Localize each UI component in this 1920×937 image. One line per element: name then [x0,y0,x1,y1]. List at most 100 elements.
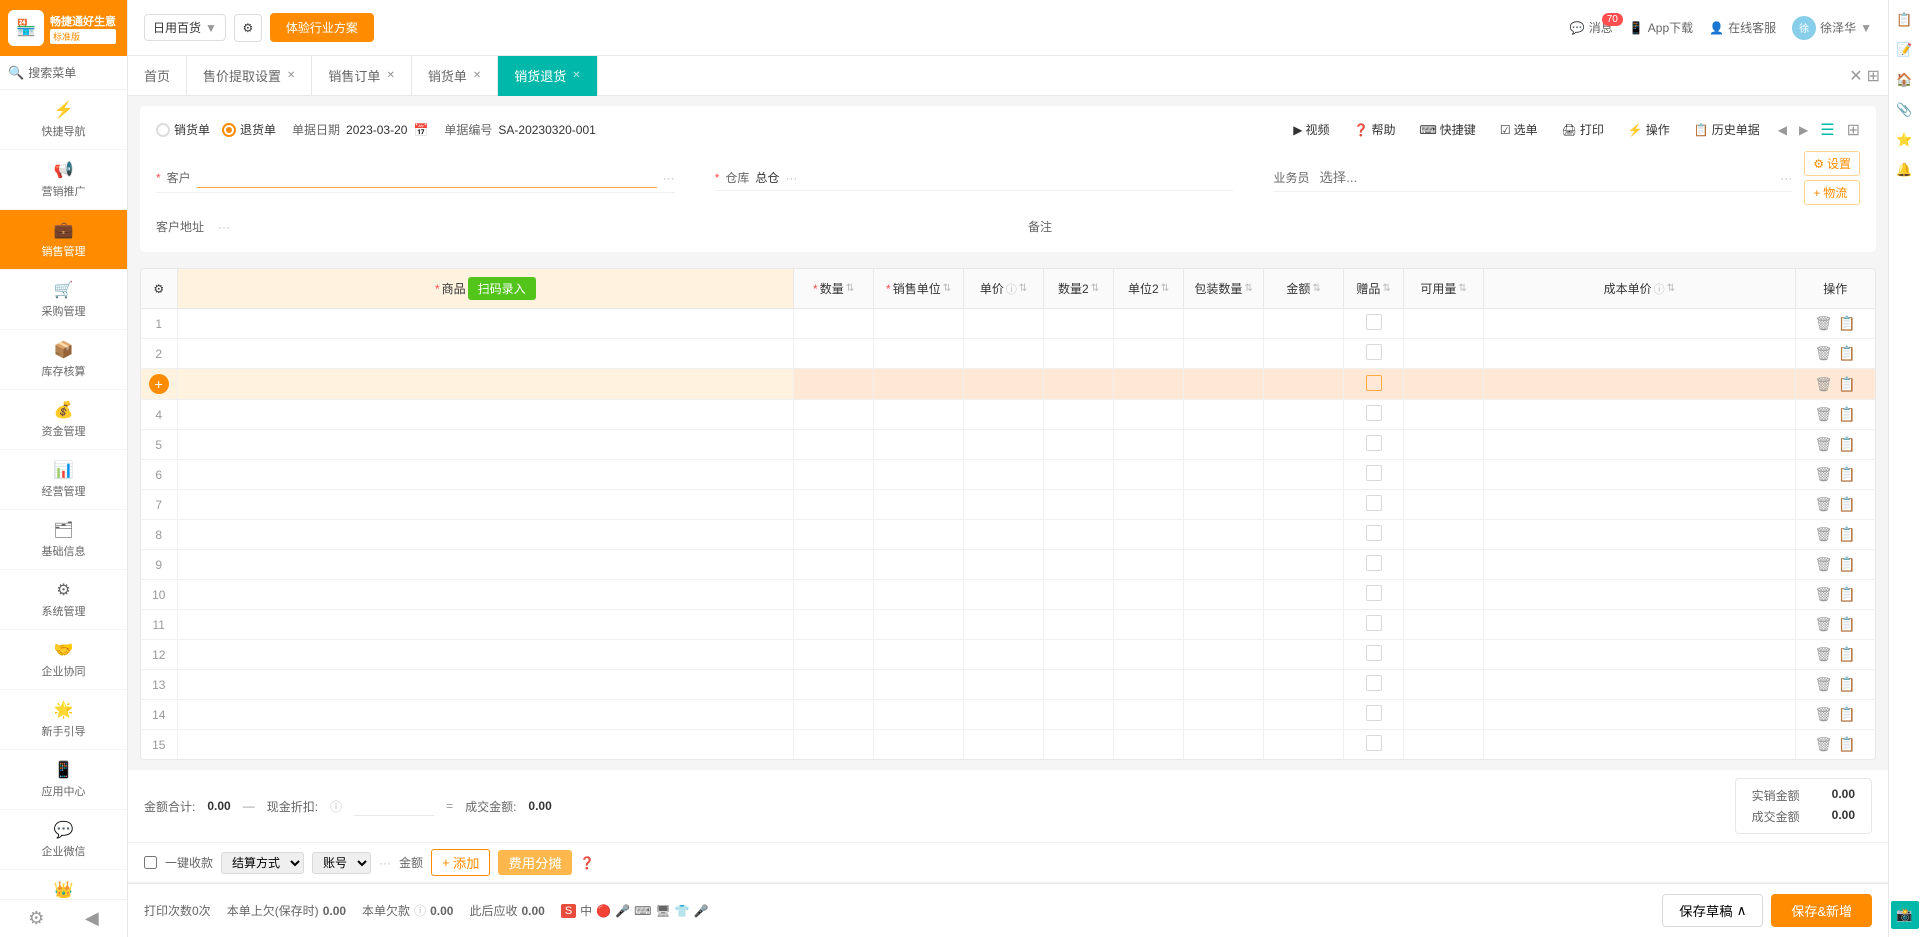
topbar-settings-button[interactable]: ⚙ [234,14,262,42]
pack-qty-cell[interactable] [1184,490,1264,520]
gift-checkbox[interactable] [1366,735,1382,751]
gift-cell[interactable] [1344,610,1404,640]
add-payment-button[interactable]: + 添加 [431,849,490,876]
pack-sort-icon[interactable]: ⇅ [1244,283,1252,294]
scan-btn[interactable]: 扫码录入 [468,277,536,300]
right-panel-btn-6[interactable]: 🔔 [1893,158,1917,182]
amount-cell[interactable] [1264,339,1344,369]
pack-qty-cell[interactable] [1184,339,1264,369]
product-cell[interactable] [177,640,794,670]
gift-cell[interactable] [1344,339,1404,369]
gift-sort-icon[interactable]: ⇅ [1382,283,1390,294]
gift-cell[interactable] [1344,309,1404,339]
price-sort-icon[interactable]: ⇅ [1019,283,1027,294]
qty2-cell[interactable] [1044,700,1114,730]
delete-icon[interactable]: 🗑 [1815,496,1833,513]
sidebar-item-wechat[interactable]: 💬 企业微信 [0,810,127,870]
amount-cell[interactable] [1264,400,1344,430]
delete-icon[interactable]: 🗑 [1815,436,1833,453]
sidebar-item-appstore[interactable]: 📱 应用中心 [0,750,127,810]
unit-cell[interactable] [874,670,964,700]
price-cell[interactable] [964,460,1044,490]
qty-cell[interactable] [794,520,874,550]
unit-cell[interactable] [874,430,964,460]
copy-icon[interactable]: 📋 [1838,646,1855,663]
industry-selector[interactable]: 日用百货 ▼ [144,14,226,41]
online-service-button[interactable]: 👤 在线客服 [1709,19,1776,36]
gift-cell[interactable] [1344,369,1404,400]
unit2-cell[interactable] [1114,309,1184,339]
unit-cell[interactable] [874,520,964,550]
delete-icon[interactable]: 🗑 [1815,646,1833,663]
pack-qty-cell[interactable] [1184,700,1264,730]
video-btn[interactable]: ▶ 视频 [1287,118,1335,141]
tab-close-all[interactable]: ✕ [1849,66,1862,86]
qty2-cell[interactable] [1044,400,1114,430]
pack-qty-cell[interactable] [1184,309,1264,339]
calc-method-select[interactable]: 结算方式 [221,852,304,874]
unit-cell[interactable] [874,309,964,339]
unit2-cell[interactable] [1114,490,1184,520]
amount-cell[interactable] [1264,700,1344,730]
delete-icon[interactable]: 🗑 [1815,345,1833,362]
delete-icon[interactable]: 🗑 [1815,586,1833,603]
amount-cell[interactable] [1264,730,1344,760]
amount-cell[interactable] [1264,309,1344,339]
qty2-cell[interactable] [1044,309,1114,339]
product-cell[interactable] [177,369,794,400]
product-cell[interactable] [177,670,794,700]
notes-input[interactable] [1058,217,1860,236]
pack-qty-cell[interactable] [1184,369,1264,400]
amount-cell[interactable] [1264,610,1344,640]
grid-view-icon[interactable]: ⊞ [1847,120,1860,140]
gift-checkbox[interactable] [1366,645,1382,661]
gift-cell[interactable] [1344,520,1404,550]
unit-price-info-icon[interactable]: ⓘ [1006,281,1017,297]
delete-icon[interactable]: 🗑 [1815,706,1833,723]
product-cell[interactable] [177,309,794,339]
unit-cell[interactable] [874,339,964,369]
gift-checkbox[interactable] [1366,615,1382,631]
cost-sort-icon[interactable]: ⇅ [1667,283,1675,294]
price-cell[interactable] [964,700,1044,730]
qty2-cell[interactable] [1044,460,1114,490]
unit-cell[interactable] [874,490,964,520]
help-btn[interactable]: ❓ 帮助 [1348,118,1402,141]
qty2-cell[interactable] [1044,550,1114,580]
price-cell[interactable] [964,309,1044,339]
copy-icon[interactable]: 📋 [1838,345,1855,362]
sidebar-collapse-icon[interactable]: ◀ [85,908,99,929]
price-cell[interactable] [964,610,1044,640]
price-cell[interactable] [964,550,1044,580]
qty2-cell[interactable] [1044,520,1114,550]
copy-icon[interactable]: 📋 [1838,736,1855,753]
copy-icon[interactable]: 📋 [1838,556,1855,573]
copy-icon[interactable]: 📋 [1838,466,1855,483]
tab-sales-order[interactable]: 销售订单 ✕ [312,56,411,96]
qty-cell[interactable] [794,490,874,520]
pack-qty-cell[interactable] [1184,400,1264,430]
expense-split-button[interactable]: 费用分摊 [498,850,571,875]
right-panel-btn-3[interactable]: 🏠 [1893,68,1917,92]
qty-cell[interactable] [794,400,874,430]
qty2-cell[interactable] [1044,369,1114,400]
right-panel-btn-2[interactable]: 📝 [1893,38,1917,62]
unit2-cell[interactable] [1114,369,1184,400]
tab-price-setting[interactable]: 售价提取设置 ✕ [187,56,312,96]
amount-cell[interactable] [1264,670,1344,700]
delete-icon[interactable]: 🗑 [1815,466,1833,483]
price-cell[interactable] [964,430,1044,460]
amount-cell[interactable] [1264,369,1344,400]
gift-cell[interactable] [1344,670,1404,700]
history-btn[interactable]: 📋 历史单据 [1688,118,1766,141]
qty-cell[interactable] [794,610,874,640]
pack-qty-cell[interactable] [1184,610,1264,640]
account-more-icon[interactable]: ··· [379,856,391,870]
unit-cell[interactable] [874,460,964,490]
qty-cell[interactable] [794,460,874,490]
product-cell[interactable] [177,490,794,520]
copy-icon[interactable]: 📋 [1838,526,1855,543]
unit-cell[interactable] [874,730,964,760]
payment-checkbox[interactable] [144,856,157,869]
price-cell[interactable] [964,670,1044,700]
